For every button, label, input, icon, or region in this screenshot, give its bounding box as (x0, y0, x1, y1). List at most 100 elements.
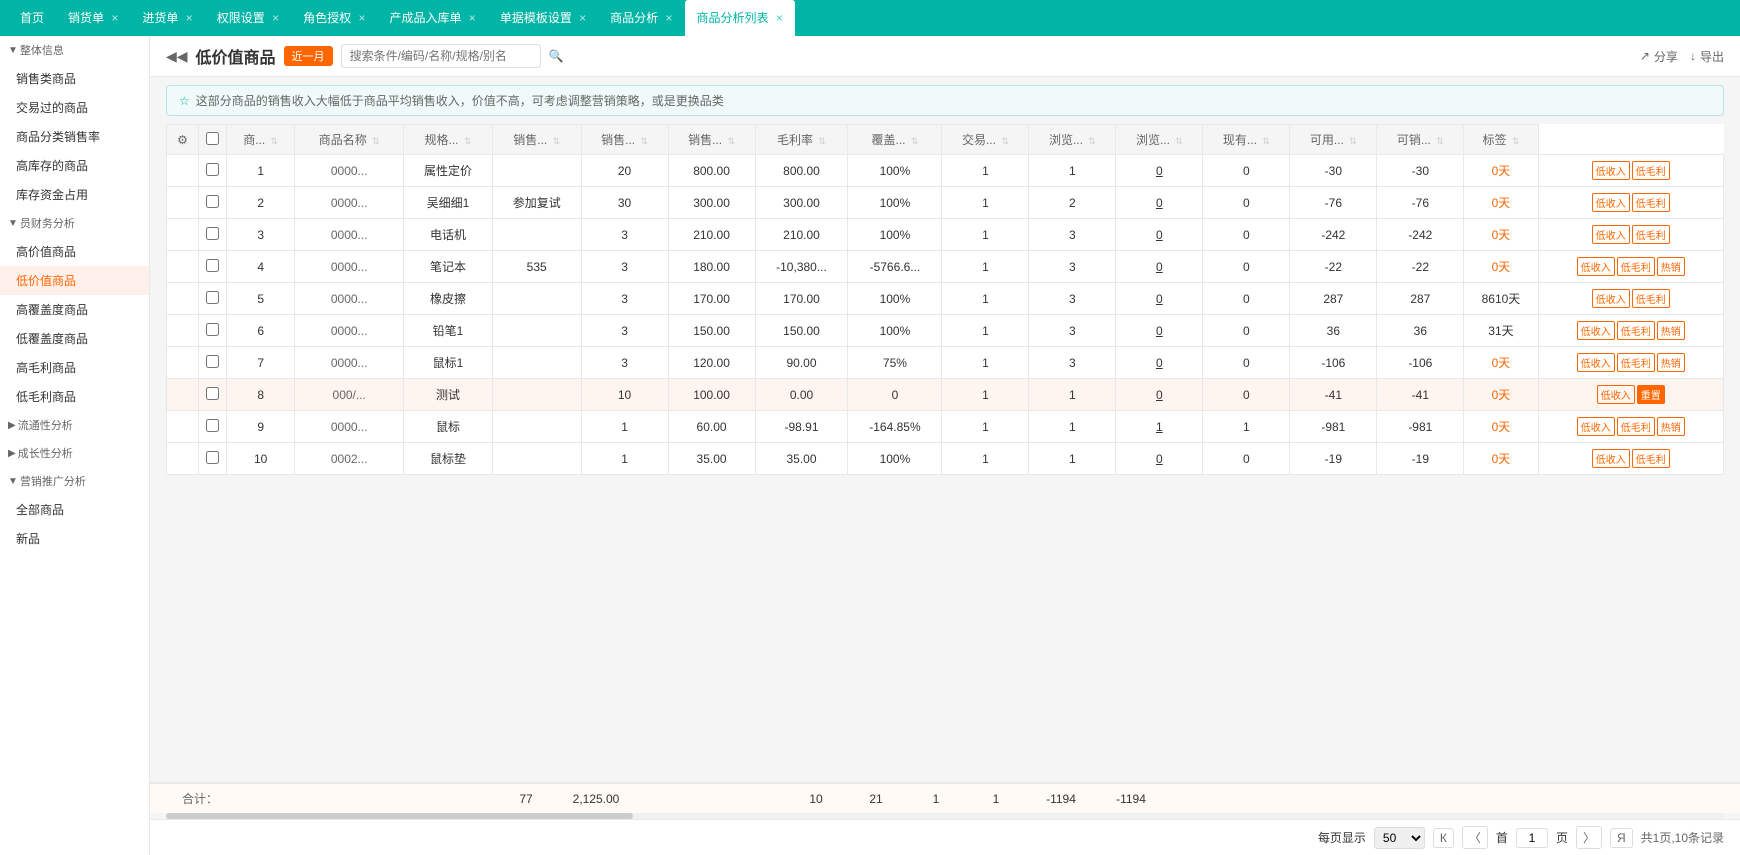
per-page-select[interactable]: 50 20 100 (1374, 827, 1425, 849)
col-stock3[interactable]: 可销... ⇅ (1377, 125, 1464, 155)
cell-browse1[interactable]: 0 (1116, 443, 1203, 475)
search-icon[interactable]: 🔍 (549, 49, 564, 63)
col-sales1[interactable]: 销售... ⇅ (492, 125, 581, 155)
browse-link[interactable]: 1 (1156, 420, 1163, 434)
browse-link[interactable]: 0 (1156, 452, 1163, 466)
cell-checkbox[interactable] (199, 251, 227, 283)
cell-checkbox[interactable] (199, 347, 227, 379)
sidebar-item-high-coverage[interactable]: 高覆盖度商品 (0, 295, 149, 324)
sidebar-item-new-products[interactable]: 新品 (0, 524, 149, 553)
cell-browse1[interactable]: 0 (1116, 187, 1203, 219)
row-checkbox[interactable] (206, 387, 219, 400)
col-browse2[interactable]: 浏览... ⇅ (1116, 125, 1203, 155)
col-sales3[interactable]: 销售... ⇅ (668, 125, 755, 155)
col-tags[interactable]: 标签 ⇅ (1464, 125, 1538, 155)
col-spec[interactable]: 规格... ⇅ (404, 125, 493, 155)
close-product-in-icon[interactable]: × (469, 11, 476, 25)
browse-link[interactable]: 0 (1156, 324, 1163, 338)
cell-checkbox[interactable] (199, 411, 227, 443)
share-btn[interactable]: ↗ 分享 (1640, 48, 1678, 65)
row-checkbox[interactable] (206, 195, 219, 208)
close-analysis-list-icon[interactable]: × (776, 11, 783, 25)
sidebar-item-low-coverage[interactable]: 低覆盖度商品 (0, 324, 149, 353)
sidebar-item-all-products[interactable]: 全部商品 (0, 495, 149, 524)
prev-page-btn[interactable]: 〈 (1462, 826, 1488, 849)
sidebar-item-sales-products[interactable]: 销售类商品 (0, 64, 149, 93)
col-profit-rate[interactable]: 毛利率 ⇅ (755, 125, 848, 155)
row-checkbox[interactable] (206, 451, 219, 464)
last-page-btn[interactable]: Я (1610, 828, 1633, 848)
cell-browse1[interactable]: 0 (1116, 155, 1203, 187)
col-name[interactable]: 商品名称 ⇅ (295, 125, 404, 155)
col-settings[interactable]: ⚙ (167, 125, 199, 155)
sidebar-group-overall[interactable]: ▼ 整体信息 (0, 36, 149, 64)
row-checkbox[interactable] (206, 291, 219, 304)
sidebar-item-low-value[interactable]: 低价值商品 (0, 266, 149, 295)
nav-purchase[interactable]: 进货单 × (130, 0, 204, 36)
browse-link[interactable]: 0 (1156, 292, 1163, 306)
sidebar-group-marketing[interactable]: ▼ 营销推广分析 (0, 467, 149, 495)
browse-link[interactable]: 0 (1156, 196, 1163, 210)
cell-browse1[interactable]: 0 (1116, 251, 1203, 283)
sidebar-item-high-stock[interactable]: 高库存的商品 (0, 151, 149, 180)
sidebar-item-high-profit[interactable]: 高毛利商品 (0, 353, 149, 382)
cell-browse1[interactable]: 0 (1116, 347, 1203, 379)
row-checkbox[interactable] (206, 323, 219, 336)
cell-browse1[interactable]: 1 (1116, 411, 1203, 443)
cell-browse1[interactable]: 0 (1116, 219, 1203, 251)
nav-template[interactable]: 单据模板设置 × (488, 0, 598, 36)
browse-link[interactable]: 0 (1156, 388, 1163, 402)
close-purchase-icon[interactable]: × (186, 11, 193, 25)
browse-link[interactable]: 0 (1156, 260, 1163, 274)
close-permission-icon[interactable]: × (272, 11, 279, 25)
search-input[interactable] (341, 44, 541, 68)
next-page-btn[interactable]: 〉 (1576, 826, 1602, 849)
nav-sales[interactable]: 销货单 × (56, 0, 130, 36)
row-checkbox[interactable] (206, 163, 219, 176)
sidebar-group-finance[interactable]: ▼ 员财务分析 (0, 209, 149, 237)
nav-permission[interactable]: 权限设置 × (205, 0, 291, 36)
close-template-icon[interactable]: × (579, 11, 586, 25)
sidebar-item-traded-products[interactable]: 交易过的商品 (0, 93, 149, 122)
nav-home[interactable]: 首页 (8, 0, 56, 36)
cell-checkbox[interactable] (199, 443, 227, 475)
cell-browse1[interactable]: 0 (1116, 379, 1203, 411)
select-all-checkbox[interactable] (206, 132, 219, 145)
cell-checkbox[interactable] (199, 187, 227, 219)
first-page-btn[interactable]: К (1433, 828, 1454, 848)
sidebar-item-high-value[interactable]: 高价值商品 (0, 237, 149, 266)
cell-browse1[interactable]: 0 (1116, 283, 1203, 315)
nav-product-analysis-list[interactable]: 商品分析列表 × (685, 0, 795, 36)
nav-product-in[interactable]: 产成品入库单 × (377, 0, 487, 36)
cell-checkbox[interactable] (199, 283, 227, 315)
nav-product-analysis[interactable]: 商品分析 × (598, 0, 684, 36)
row-checkbox[interactable] (206, 259, 219, 272)
export-btn[interactable]: ↓ 导出 (1690, 48, 1724, 65)
table-container[interactable]: ⚙ 商... ⇅ 商品名称 ⇅ 规格... ⇅ 销售... ⇅ 销售... ⇅ … (166, 124, 1724, 782)
browse-link[interactable]: 0 (1156, 228, 1163, 242)
filter-tag-btn[interactable]: 近一月 (284, 46, 333, 66)
browse-link[interactable]: 0 (1156, 356, 1163, 370)
row-checkbox[interactable] (206, 227, 219, 240)
col-browse1[interactable]: 浏览... ⇅ (1029, 125, 1116, 155)
cell-browse1[interactable]: 0 (1116, 315, 1203, 347)
row-checkbox[interactable] (206, 355, 219, 368)
close-role-icon[interactable]: × (358, 11, 365, 25)
close-analysis-icon[interactable]: × (666, 11, 673, 25)
sidebar-item-stock-capital[interactable]: 库存资金占用 (0, 180, 149, 209)
close-sales-icon[interactable]: × (111, 11, 118, 25)
cell-checkbox[interactable] (199, 155, 227, 187)
col-stock2[interactable]: 可用... ⇅ (1290, 125, 1377, 155)
page-number-input[interactable] (1516, 828, 1548, 848)
nav-role[interactable]: 角色授权 × (291, 0, 377, 36)
col-sales2[interactable]: 销售... ⇅ (581, 125, 668, 155)
col-stock1[interactable]: 现有... ⇅ (1203, 125, 1290, 155)
sidebar-group-growth[interactable]: ▶ 成长性分析 (0, 439, 149, 467)
col-checkbox[interactable] (199, 125, 227, 155)
col-trade[interactable]: 交易... ⇅ (942, 125, 1029, 155)
sidebar-item-low-profit[interactable]: 低毛利商品 (0, 382, 149, 411)
col-code[interactable]: 商... ⇅ (227, 125, 295, 155)
browse-link[interactable]: 0 (1156, 164, 1163, 178)
col-coverage[interactable]: 覆盖... ⇅ (848, 125, 942, 155)
cell-checkbox[interactable] (199, 219, 227, 251)
